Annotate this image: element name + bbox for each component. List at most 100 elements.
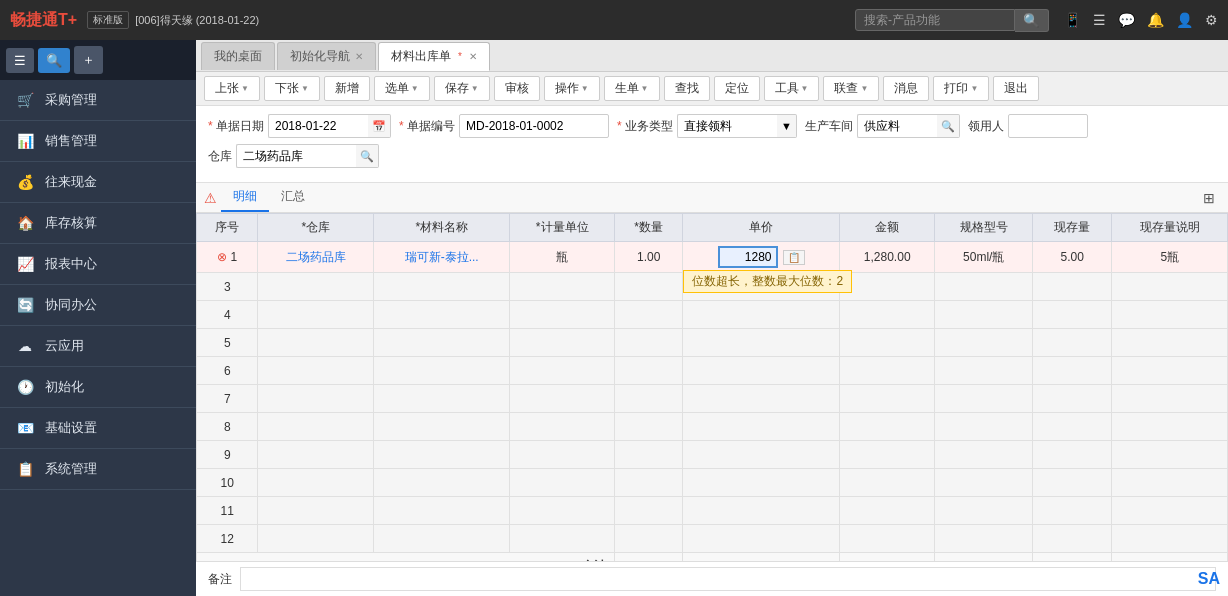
tab-init-close[interactable]: ✕ [355,51,363,62]
chat-icon[interactable]: 💬 [1118,12,1135,28]
type-dropdown-btn[interactable]: ▼ [777,114,797,138]
table-row: 6 [197,357,1228,385]
btn-save[interactable]: 保存 ▼ [434,76,490,101]
btn-generate[interactable]: 生单 ▼ [604,76,660,101]
menu-icon[interactable]: ☰ [1093,12,1106,28]
person-input[interactable] [1008,114,1088,138]
warehouse-search-btn[interactable]: 🔍 [356,144,379,168]
btn-print[interactable]: 打印 ▼ [933,76,989,101]
warehouse-input[interactable] [236,144,356,168]
btn-operation[interactable]: 操作 ▼ [544,76,600,101]
date-label: 单据日期 [208,118,264,135]
table-header-row: 序号 *仓库 *材料名称 *计量单位 *数量 单价 金额 规格型号 现存量 现存… [197,214,1228,242]
total-label: 合计 [197,553,615,562]
btn-select[interactable]: 选单 ▼ [374,76,430,101]
search-input[interactable] [855,9,1015,31]
cell-stock-desc: 5瓶 [1112,242,1228,273]
tab-bar: 我的桌面 初始化导航 ✕ 材料出库单 * ✕ [196,40,1228,72]
total-stockdesc-empty [1112,553,1228,562]
remark-input[interactable] [240,567,1216,591]
search-button[interactable]: 🔍 [1015,9,1049,32]
sidebar-item-inventory[interactable]: 🏠 库存核算 [0,203,196,244]
tab-material[interactable]: 材料出库单 * ✕ [378,42,490,71]
col-amount: 金额 [839,214,935,242]
tab-material-close[interactable]: ✕ [469,51,477,62]
cell-stock: 5.00 [1032,242,1111,273]
warehouse-label: 仓库 [208,148,232,165]
workshop-input-wrapper: 🔍 [857,114,960,138]
col-warehouse: *仓库 [258,214,373,242]
sidebar-item-system[interactable]: 📋 系统管理 [0,449,196,490]
bell-icon[interactable]: 🔔 [1147,12,1164,28]
table-total-row: 合计 1.00 1,280.00 [197,553,1228,562]
col-stock-desc: 现存量说明 [1112,214,1228,242]
col-unit: *计量单位 [510,214,614,242]
workshop-input[interactable] [857,114,937,138]
subtab-detail-label: 明细 [233,189,257,203]
sidebar-item-sales[interactable]: 📊 销售管理 [0,121,196,162]
finance-icon: 💰 [15,172,35,192]
btn-query[interactable]: 联查 ▼ [823,76,879,101]
btn-exit[interactable]: 退出 [993,76,1039,101]
phone-icon[interactable]: 📱 [1064,12,1081,28]
workshop-search-btn[interactable]: 🔍 [937,114,960,138]
sidebar-item-cloud[interactable]: ☁ 云应用 [0,326,196,367]
cell-material[interactable]: 瑞可新-泰拉... [373,242,509,273]
sidebar-item-basic-label: 基础设置 [45,419,97,437]
sidebar-item-init[interactable]: 🕐 初始化 [0,367,196,408]
sidebar-search-btn[interactable]: 🔍 [38,48,70,73]
sub-tab-warn-icon: ⚠ [204,190,217,206]
price-picker-btn[interactable]: 📋 [783,250,805,265]
date-input[interactable] [268,114,368,138]
btn-tools[interactable]: 工具 ▼ [764,76,820,101]
tab-init[interactable]: 初始化导航 ✕ [277,42,376,70]
btn-audit[interactable]: 审核 [494,76,540,101]
subtab-summary[interactable]: 汇总 [269,183,317,212]
settings-icon[interactable]: ⚙ [1205,12,1218,28]
table-expand-btn[interactable]: ⊞ [1198,185,1220,211]
number-input[interactable] [459,114,609,138]
tab-desk[interactable]: 我的桌面 [201,42,275,70]
table-row: ⊗ 1 二场药品库 瑞可新-泰拉... 瓶 1.00 📋 位数超长，整数最大位数… [197,242,1228,273]
toolbar: 上张 ▼ 下张 ▼ 新增 选单 ▼ 保存 ▼ 审核 操作 ▼ 生单 ▼ 查找 定… [196,72,1228,106]
tab-material-modified: * [458,51,462,62]
sidebar-item-system-label: 系统管理 [45,460,97,478]
btn-prev[interactable]: 上张 ▼ [204,76,260,101]
sales-icon: 📊 [15,131,35,151]
btn-message[interactable]: 消息 [883,76,929,101]
btn-find[interactable]: 查找 [664,76,710,101]
btn-new[interactable]: 新增 [324,76,370,101]
type-input[interactable] [677,114,777,138]
edition-badge: 标准版 [87,11,129,29]
type-select-wrapper: ▼ [677,114,797,138]
reports-icon: 📈 [15,254,35,274]
user-icon[interactable]: 👤 [1176,12,1193,28]
sidebar-item-finance[interactable]: 💰 往来现金 [0,162,196,203]
table-row: 5 [197,329,1228,357]
col-spec: 规格型号 [935,214,1032,242]
total-spec-empty [935,553,1032,562]
btn-locate[interactable]: 定位 [714,76,760,101]
btn-next[interactable]: 下张 ▼ [264,76,320,101]
col-stock: 现存量 [1032,214,1111,242]
cloud-icon: ☁ [15,336,35,356]
sidebar-item-collab[interactable]: 🔄 协同办公 [0,285,196,326]
system-icon: 📋 [15,459,35,479]
total-amount: 1,280.00 [839,553,935,562]
sidebar-item-purchase[interactable]: 🛒 采购管理 [0,80,196,121]
cell-warehouse[interactable]: 二场药品库 [258,242,373,273]
date-picker-btn[interactable]: 📅 [368,114,391,138]
top-bar-icons: 📱 ☰ 💬 🔔 👤 ⚙ [1064,12,1218,28]
subtab-detail[interactable]: 明细 [221,183,269,212]
col-material: *材料名称 [373,214,509,242]
sidebar-add-btn[interactable]: ＋ [74,46,103,74]
init-icon: 🕐 [15,377,35,397]
sidebar-item-reports[interactable]: 📈 报表中心 [0,244,196,285]
sidebar-item-basic[interactable]: 📧 基础设置 [0,408,196,449]
sidebar: ☰ 🔍 ＋ 🛒 采购管理 📊 销售管理 💰 往来现金 🏠 库存核算 📈 报表中心… [0,40,196,596]
tab-init-label: 初始化导航 [290,48,350,65]
cell-unit[interactable]: 瓶 [510,242,614,273]
sidebar-menu-toggle[interactable]: ☰ [6,48,34,73]
price-input[interactable] [718,246,778,268]
tab-desk-label: 我的桌面 [214,48,262,65]
